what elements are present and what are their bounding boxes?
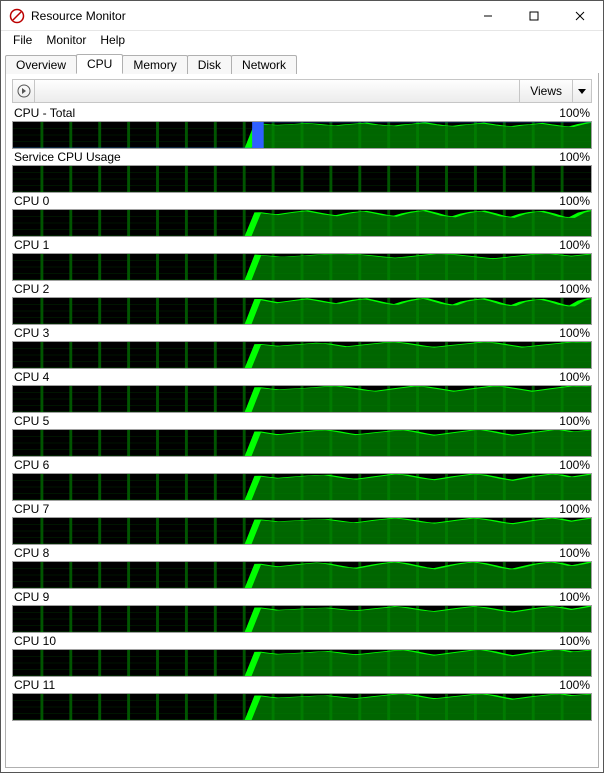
graph-header: CPU 7 100% bbox=[12, 502, 592, 517]
window: Resource Monitor File Monitor Help Overv… bbox=[1, 1, 603, 772]
graph-label: Service CPU Usage bbox=[14, 150, 121, 164]
graph-label: CPU 11 bbox=[14, 678, 55, 692]
graph-max-label: 100% bbox=[559, 678, 590, 692]
graph-row: CPU 2 100% bbox=[12, 282, 592, 325]
views-button[interactable]: Views bbox=[519, 80, 591, 102]
close-button[interactable] bbox=[557, 1, 603, 31]
graph-max-label: 100% bbox=[559, 106, 590, 120]
graph-header: CPU 3 100% bbox=[12, 326, 592, 341]
graph-label: CPU 10 bbox=[14, 634, 56, 648]
graph-label: CPU 9 bbox=[14, 590, 49, 604]
minimize-button[interactable] bbox=[465, 1, 511, 31]
graph-canvas bbox=[12, 297, 592, 325]
cpu-graphs-list: CPU - Total100%Service CPU Usage100%CPU … bbox=[12, 106, 592, 761]
graph-max-label: 100% bbox=[559, 634, 590, 648]
views-dropdown-icon[interactable] bbox=[573, 87, 591, 95]
graph-row: Service CPU Usage 100% bbox=[12, 150, 592, 193]
graph-label: CPU - Total bbox=[14, 106, 75, 120]
graph-max-label: 100% bbox=[559, 458, 590, 472]
graph-header: CPU 4 100% bbox=[12, 370, 592, 385]
graph-canvas bbox=[12, 253, 592, 281]
maximize-button[interactable] bbox=[511, 1, 557, 31]
graph-max-label: 100% bbox=[559, 238, 590, 252]
graph-canvas bbox=[12, 649, 592, 677]
graph-row: CPU 3 100% bbox=[12, 326, 592, 369]
graph-max-label: 100% bbox=[559, 414, 590, 428]
graph-header: CPU 0 100% bbox=[12, 194, 592, 209]
graph-header: CPU 9 100% bbox=[12, 590, 592, 605]
graph-header: CPU 8 100% bbox=[12, 546, 592, 561]
menubar: File Monitor Help bbox=[1, 31, 603, 51]
tab-network[interactable]: Network bbox=[231, 55, 297, 74]
graph-max-label: 100% bbox=[559, 194, 590, 208]
graph-label: CPU 4 bbox=[14, 370, 49, 384]
graph-label: CPU 0 bbox=[14, 194, 49, 208]
titlebar: Resource Monitor bbox=[1, 1, 603, 31]
graph-row: CPU 10 100% bbox=[12, 634, 592, 677]
graph-max-label: 100% bbox=[559, 282, 590, 296]
graph-canvas bbox=[12, 561, 592, 589]
graph-label: CPU 1 bbox=[14, 238, 49, 252]
graph-max-label: 100% bbox=[559, 150, 590, 164]
graph-header: CPU - Total 100% bbox=[12, 106, 592, 121]
graph-max-label: 100% bbox=[559, 326, 590, 340]
graph-row: CPU 7 100% bbox=[12, 502, 592, 545]
graph-header: Service CPU Usage 100% bbox=[12, 150, 592, 165]
collapse-panel-button[interactable] bbox=[13, 80, 35, 102]
graph-row: CPU 9 100% bbox=[12, 590, 592, 633]
graph-row: CPU 11 100% bbox=[12, 678, 592, 721]
graph-canvas bbox=[12, 209, 592, 237]
menu-file[interactable]: File bbox=[7, 31, 38, 49]
graph-label: CPU 7 bbox=[14, 502, 49, 516]
graph-canvas bbox=[12, 341, 592, 369]
menu-help[interactable]: Help bbox=[94, 31, 131, 49]
graph-row: CPU 5 100% bbox=[12, 414, 592, 457]
graph-canvas bbox=[12, 605, 592, 633]
resource-monitor-icon bbox=[9, 8, 25, 24]
graph-header: CPU 11 100% bbox=[12, 678, 592, 693]
tab-cpu[interactable]: CPU bbox=[76, 54, 123, 74]
graph-canvas bbox=[12, 473, 592, 501]
graph-canvas bbox=[12, 693, 592, 721]
graph-label: CPU 2 bbox=[14, 282, 49, 296]
tab-content: Views CPU - Total 100% Service CPU Usage 10… bbox=[5, 73, 599, 768]
graph-label: CPU 6 bbox=[14, 458, 49, 472]
graph-label: CPU 3 bbox=[14, 326, 49, 340]
graph-row: CPU 0 100% bbox=[12, 194, 592, 237]
graph-canvas bbox=[12, 429, 592, 457]
graph-row: CPU 6 100% bbox=[12, 458, 592, 501]
tab-strip: Overview CPU Memory Disk Network bbox=[1, 51, 603, 73]
graph-label: CPU 8 bbox=[14, 546, 49, 560]
window-title: Resource Monitor bbox=[31, 9, 126, 23]
views-toolbar: Views bbox=[12, 79, 592, 103]
graph-canvas bbox=[12, 385, 592, 413]
graph-header: CPU 6 100% bbox=[12, 458, 592, 473]
views-button-label: Views bbox=[520, 80, 573, 102]
graph-max-label: 100% bbox=[559, 502, 590, 516]
graph-canvas bbox=[12, 517, 592, 545]
graph-max-label: 100% bbox=[559, 370, 590, 384]
graph-row: CPU 4 100% bbox=[12, 370, 592, 413]
graph-header: CPU 10 100% bbox=[12, 634, 592, 649]
graph-header: CPU 1 100% bbox=[12, 238, 592, 253]
menu-monitor[interactable]: Monitor bbox=[40, 31, 92, 49]
graph-max-label: 100% bbox=[559, 590, 590, 604]
graph-canvas bbox=[12, 165, 592, 193]
graph-label: CPU 5 bbox=[14, 414, 49, 428]
graph-row: CPU 8 100% bbox=[12, 546, 592, 589]
graph-header: CPU 5 100% bbox=[12, 414, 592, 429]
tab-disk[interactable]: Disk bbox=[187, 55, 232, 74]
tab-overview[interactable]: Overview bbox=[5, 55, 77, 74]
graph-max-label: 100% bbox=[559, 546, 590, 560]
graph-canvas bbox=[12, 121, 592, 149]
graph-row: CPU 1 100% bbox=[12, 238, 592, 281]
graph-row: CPU - Total 100% bbox=[12, 106, 592, 149]
graph-header: CPU 2 100% bbox=[12, 282, 592, 297]
tab-memory[interactable]: Memory bbox=[122, 55, 187, 74]
